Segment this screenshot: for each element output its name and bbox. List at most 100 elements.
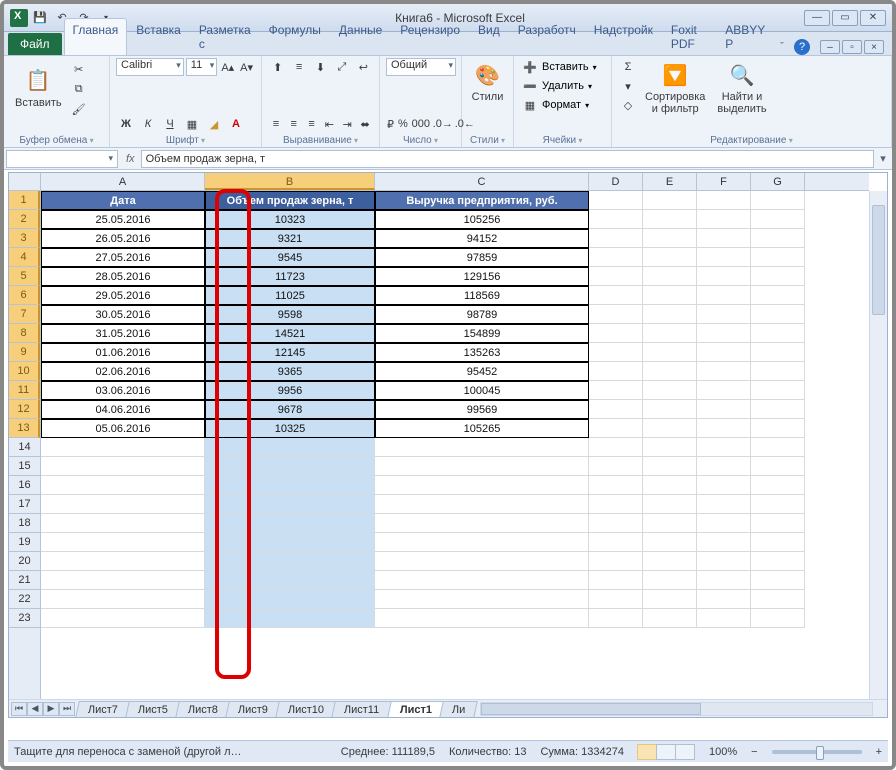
cell[interactable]	[643, 571, 697, 590]
merge-button[interactable]: ⬌	[357, 115, 373, 133]
column-header-B[interactable]: B	[205, 173, 375, 190]
cell[interactable]: 9956	[205, 381, 375, 400]
insert-cells-button[interactable]: ➕Вставить▾	[520, 58, 605, 76]
zoom-slider[interactable]	[772, 750, 862, 754]
cell[interactable]	[751, 476, 805, 495]
cell[interactable]: 129156	[375, 267, 589, 286]
format-painter-button[interactable]: 🖌	[69, 100, 89, 118]
cell[interactable]	[205, 438, 375, 457]
cell[interactable]: 98789	[375, 305, 589, 324]
fill-button[interactable]: ▾	[618, 77, 638, 95]
row-header-18[interactable]: 18	[9, 514, 40, 533]
font-color-button[interactable]: A	[226, 115, 246, 133]
cell[interactable]	[697, 438, 751, 457]
cell[interactable]: 95452	[375, 362, 589, 381]
cell[interactable]	[41, 495, 205, 514]
cell[interactable]	[697, 229, 751, 248]
row-header-20[interactable]: 20	[9, 552, 40, 571]
styles-button[interactable]: 🎨 Стили	[468, 58, 507, 106]
cell[interactable]	[589, 324, 643, 343]
cell[interactable]	[375, 609, 589, 628]
align-left-button[interactable]: ≡	[268, 115, 284, 133]
comma-button[interactable]: 000	[411, 115, 431, 133]
cut-button[interactable]: ✂	[69, 60, 89, 78]
cell[interactable]	[751, 210, 805, 229]
cell[interactable]: 03.06.2016	[41, 381, 205, 400]
row-header-4[interactable]: 4	[9, 248, 40, 267]
cell[interactable]	[589, 571, 643, 590]
cell[interactable]	[643, 552, 697, 571]
minimize-ribbon-icon[interactable]: ˇ	[774, 39, 790, 55]
cell[interactable]	[751, 362, 805, 381]
normal-view-button[interactable]	[637, 744, 657, 760]
row-header-22[interactable]: 22	[9, 590, 40, 609]
cell[interactable]	[589, 438, 643, 457]
cell[interactable]	[41, 457, 205, 476]
wrap-text-button[interactable]: ↩	[354, 58, 373, 76]
cell[interactable]: Объем продаж зерна, т	[205, 191, 375, 210]
cell[interactable]	[41, 571, 205, 590]
cell[interactable]	[751, 571, 805, 590]
clear-button[interactable]: ◇	[618, 96, 638, 114]
help-icon[interactable]: ?	[794, 39, 810, 55]
cell[interactable]	[589, 495, 643, 514]
increase-decimal-button[interactable]: .0→	[433, 115, 453, 133]
align-right-button[interactable]: ≡	[304, 115, 320, 133]
cell[interactable]	[751, 305, 805, 324]
find-select-button[interactable]: 🔍 Найти и выделить	[712, 58, 771, 118]
cell[interactable]	[41, 438, 205, 457]
cell[interactable]	[375, 476, 589, 495]
row-header-13[interactable]: 13	[9, 419, 40, 438]
cell[interactable]	[375, 495, 589, 514]
cell[interactable]: Дата	[41, 191, 205, 210]
scroll-thumb[interactable]	[872, 205, 885, 315]
cell[interactable]: 105265	[375, 419, 589, 438]
cell[interactable]	[697, 381, 751, 400]
cell[interactable]	[589, 609, 643, 628]
cell[interactable]	[751, 229, 805, 248]
row-header-3[interactable]: 3	[9, 229, 40, 248]
page-break-view-button[interactable]	[675, 744, 695, 760]
cell[interactable]	[375, 590, 589, 609]
cell[interactable]: 105256	[375, 210, 589, 229]
name-box[interactable]	[6, 150, 118, 168]
cell[interactable]: 14521	[205, 324, 375, 343]
cell[interactable]: 01.06.2016	[41, 343, 205, 362]
cell[interactable]: 11025	[205, 286, 375, 305]
cell[interactable]	[643, 609, 697, 628]
cell[interactable]: 9321	[205, 229, 375, 248]
cell[interactable]	[205, 495, 375, 514]
cell[interactable]: 135263	[375, 343, 589, 362]
cell[interactable]	[589, 210, 643, 229]
cell[interactable]	[751, 457, 805, 476]
cell[interactable]: 12145	[205, 343, 375, 362]
cell[interactable]	[589, 476, 643, 495]
cell[interactable]: 27.05.2016	[41, 248, 205, 267]
cell[interactable]	[643, 400, 697, 419]
row-header-12[interactable]: 12	[9, 400, 40, 419]
cell[interactable]: 100045	[375, 381, 589, 400]
cell[interactable]	[205, 590, 375, 609]
cell[interactable]	[205, 571, 375, 590]
cell[interactable]	[643, 210, 697, 229]
horizontal-scrollbar[interactable]	[480, 702, 873, 716]
cell[interactable]	[589, 305, 643, 324]
cell[interactable]: 05.06.2016	[41, 419, 205, 438]
cell[interactable]	[589, 552, 643, 571]
italic-button[interactable]: К	[138, 115, 158, 133]
cell[interactable]	[697, 609, 751, 628]
sheet-tab-лист11[interactable]: Лист11	[331, 701, 392, 718]
orientation-button[interactable]: ⤢	[332, 58, 351, 76]
cell[interactable]	[751, 286, 805, 305]
align-bottom-button[interactable]: ⬇	[311, 58, 330, 76]
cell[interactable]	[751, 590, 805, 609]
sheet-tab-лист5[interactable]: Лист5	[125, 701, 181, 718]
cell[interactable]	[589, 248, 643, 267]
cell[interactable]	[643, 191, 697, 210]
cell[interactable]	[697, 248, 751, 267]
mdi-minimize[interactable]: –	[820, 40, 840, 54]
cell[interactable]	[643, 590, 697, 609]
align-center-button[interactable]: ≡	[286, 115, 302, 133]
cell[interactable]: 11723	[205, 267, 375, 286]
cell[interactable]	[697, 305, 751, 324]
